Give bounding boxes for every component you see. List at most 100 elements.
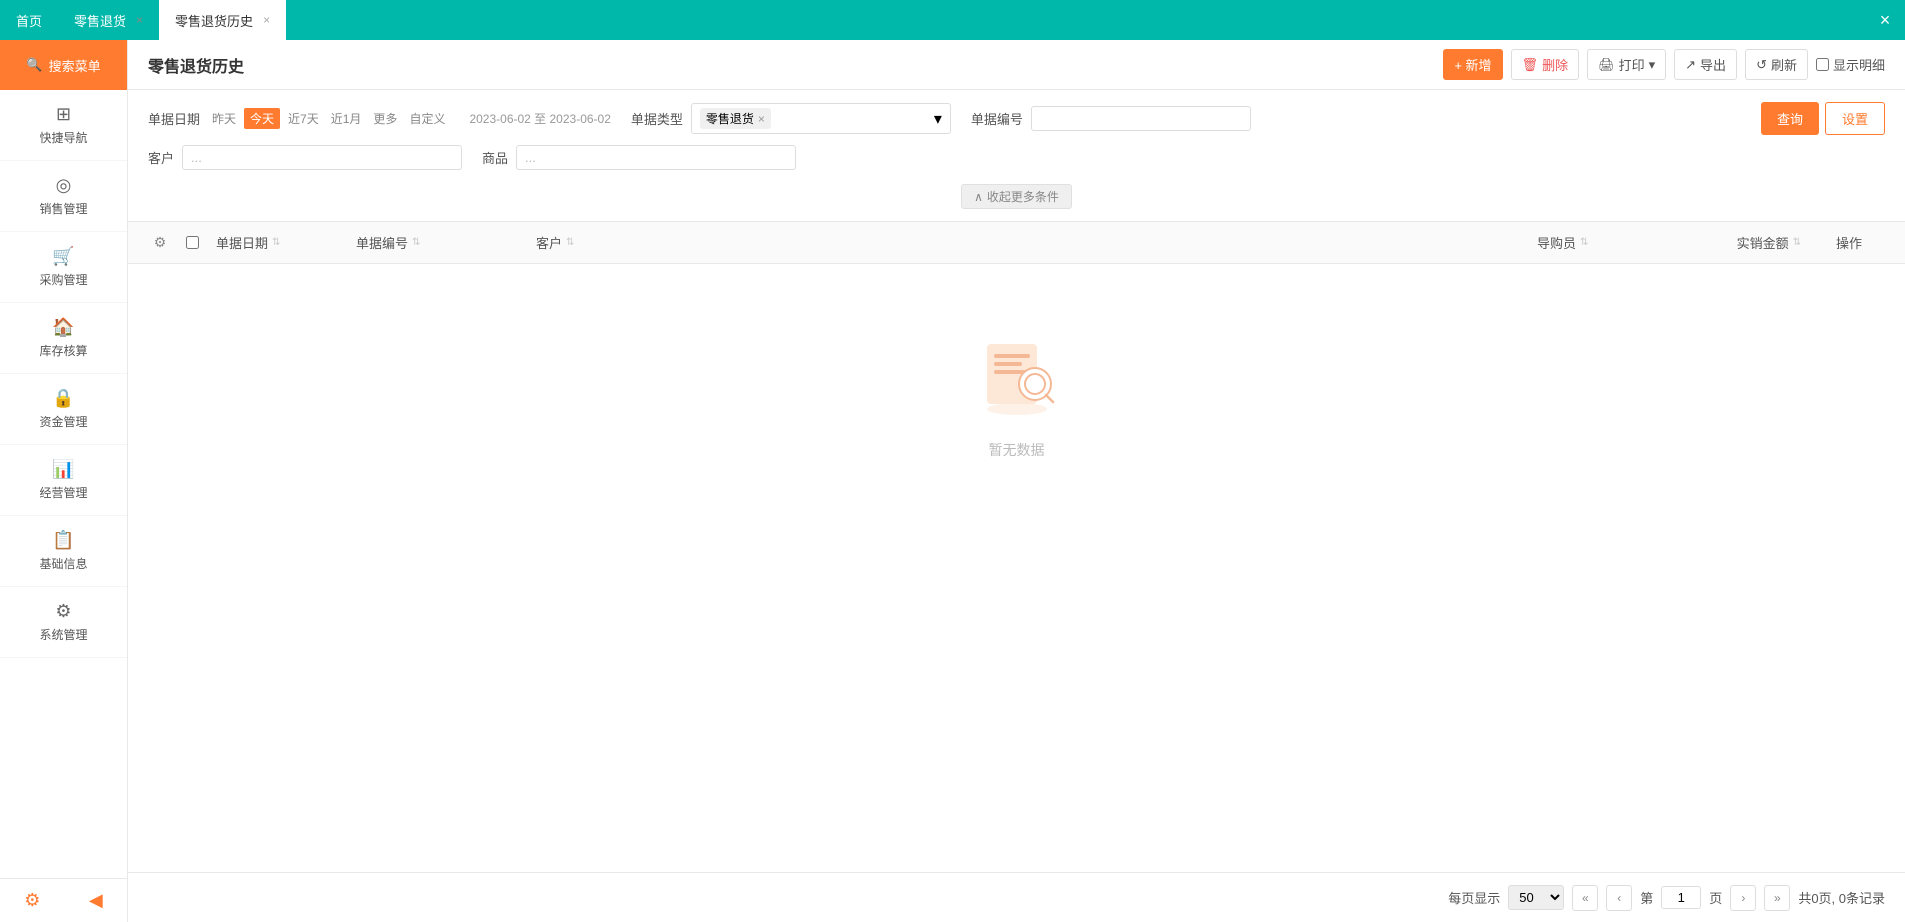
table-area: ⚙ 单据日期 ⇅ 单据编号 ⇅ 客户 ⇅ 导购员 ⇅ — [128, 222, 1905, 872]
collapse-button[interactable]: ∧ 收起更多条件 — [961, 184, 1072, 209]
page-size-select[interactable]: 10 20 50 100 — [1508, 885, 1564, 910]
pagination-summary: 共0页, 0条记录 — [1798, 888, 1885, 907]
select-all-checkbox[interactable] — [186, 236, 199, 249]
export-label: 导出 — [1700, 55, 1726, 74]
order-no-label: 单据编号 — [971, 109, 1023, 128]
print-label: 打印 — [1619, 55, 1645, 74]
tab-retail-return-close[interactable]: × — [136, 13, 143, 27]
tab-home-label: 首页 — [16, 11, 42, 30]
sidebar-item-operations[interactable]: 📊 经营管理 — [0, 445, 127, 516]
sidebar-item-system-mgmt[interactable]: ⚙ 系统管理 — [0, 587, 127, 658]
type-filter-group: 单据类型 零售退货 × ▾ — [631, 103, 951, 134]
date-more[interactable]: 更多 — [369, 108, 401, 129]
page-of-label: 页 — [1709, 888, 1722, 907]
search-icon: 🔍 — [26, 57, 42, 73]
th-date[interactable]: 单据日期 ⇅ — [208, 233, 348, 252]
tab-retail-return-label: 零售退货 — [74, 11, 126, 30]
next-page-icon: › — [1741, 891, 1745, 905]
next-page-button[interactable]: › — [1730, 885, 1756, 911]
sidebar-nav: ⊞ 快捷导航 ◎ 销售管理 🛒 采购管理 🏠 库存核算 🔒 资金管理 📊 经 — [0, 90, 127, 878]
window-close-button[interactable]: × — [1865, 0, 1905, 40]
th-order-no-label: 单据编号 — [356, 233, 408, 252]
show-detail-checkbox[interactable] — [1816, 58, 1829, 71]
sidebar-item-finance[interactable]: 🔒 资金管理 — [0, 374, 127, 445]
th-customer-sort-icon: ⇅ — [566, 237, 574, 248]
sidebar-item-quick-nav[interactable]: ⊞ 快捷导航 — [0, 90, 127, 161]
customer-input[interactable] — [182, 145, 462, 170]
sidebar-item-purchase-mgmt[interactable]: 🛒 采购管理 — [0, 232, 127, 303]
tab-retail-return[interactable]: 零售退货 × — [58, 0, 159, 40]
finance-icon: 🔒 — [52, 388, 74, 409]
print-button[interactable]: 🖨 打印 ▾ — [1587, 49, 1666, 80]
th-customer[interactable]: 客户 ⇅ — [528, 233, 1529, 252]
th-action-label: 操作 — [1836, 233, 1862, 252]
goods-input[interactable] — [516, 145, 796, 170]
tab-list: 首页 零售退货 × 零售退货历史 × — [0, 0, 1865, 40]
delete-button[interactable]: 🗑 删除 — [1511, 49, 1580, 80]
filter-row-1: 单据日期 昨天 今天 近7天 近1月 更多 自定义 2023-06-02 至 2… — [148, 102, 1885, 135]
add-button[interactable]: + 新增 — [1443, 49, 1502, 80]
settings-button[interactable]: 设置 — [1825, 102, 1885, 135]
customer-filter-group: 客户 — [148, 145, 462, 170]
sidebar-item-basic-info[interactable]: 📋 基础信息 — [0, 516, 127, 587]
sidebar-search-label: 搜索菜单 — [49, 56, 101, 75]
sidebar-item-sales-mgmt[interactable]: ◎ 销售管理 — [0, 161, 127, 232]
sidebar-search[interactable]: 🔍 搜索菜单 — [0, 40, 127, 90]
tab-retail-return-history-close[interactable]: × — [263, 13, 270, 27]
delete-label: 删除 — [1542, 55, 1568, 74]
sidebar-item-basic-info-label: 基础信息 — [39, 555, 87, 572]
date-range-value: 2023-06-02 至 2023-06-02 — [469, 110, 610, 127]
order-no-input[interactable] — [1031, 106, 1251, 131]
page-header: 零售退货历史 + 新增 🗑 删除 🖨 打印 ▾ ↗ 导出 ↺ — [128, 40, 1905, 90]
th-customer-label: 客户 — [536, 233, 562, 252]
tab-retail-return-history-label: 零售退货历史 — [175, 11, 253, 30]
prev-page-button[interactable]: ‹ — [1606, 885, 1632, 911]
type-tag-label: 零售退货 — [706, 110, 754, 127]
sidebar-item-operations-label: 经营管理 — [39, 484, 87, 501]
type-filter-select[interactable]: 零售退货 × ▾ — [691, 103, 951, 134]
last-page-button[interactable]: » — [1764, 885, 1790, 911]
refresh-button[interactable]: ↺ 刷新 — [1745, 49, 1808, 80]
show-detail-checkbox-label[interactable]: 显示明细 — [1816, 55, 1885, 74]
tab-retail-return-history[interactable]: 零售退货历史 × — [159, 0, 286, 40]
settings-bottom-icon[interactable]: ⚙ — [24, 890, 40, 911]
customer-filter-label: 客户 — [148, 148, 174, 167]
table-header: ⚙ 单据日期 ⇅ 单据编号 ⇅ 客户 ⇅ 导购员 ⇅ — [128, 222, 1905, 264]
export-button[interactable]: ↗ 导出 — [1674, 49, 1737, 80]
th-guide[interactable]: 导购员 ⇅ — [1529, 233, 1689, 252]
sidebar: 🔍 搜索菜单 ⊞ 快捷导航 ◎ 销售管理 🛒 采购管理 🏠 库存核算 🔒 — [0, 40, 128, 922]
query-settings-group: 查询 设置 — [1761, 102, 1885, 135]
delete-icon: 🗑 — [1522, 57, 1539, 73]
goods-filter-group: 商品 — [482, 145, 796, 170]
th-amount[interactable]: 实销金额 ⇅ — [1689, 233, 1809, 252]
export-icon: ↗ — [1685, 57, 1696, 73]
page-label: 第 — [1640, 888, 1653, 907]
th-settings[interactable]: ⚙ — [144, 234, 176, 251]
pagination-bar: 每页显示 10 20 50 100 « ‹ 第 页 › » 共0页, 0条记录 — [128, 872, 1905, 922]
page-number-input[interactable] — [1661, 886, 1701, 909]
purchase-mgmt-icon: 🛒 — [52, 246, 74, 267]
sidebar-item-finance-label: 资金管理 — [39, 413, 87, 430]
filter-row-2: 客户 商品 — [148, 145, 1885, 170]
order-no-filter-group: 单据编号 — [971, 106, 1251, 131]
date-yesterday[interactable]: 昨天 — [208, 108, 240, 129]
collapse-sidebar-icon[interactable]: ◀ — [89, 890, 103, 911]
close-icon: × — [1880, 10, 1891, 31]
tab-home[interactable]: 首页 — [0, 0, 58, 40]
th-checkbox[interactable] — [176, 236, 208, 249]
main-layout: 🔍 搜索菜单 ⊞ 快捷导航 ◎ 销售管理 🛒 采购管理 🏠 库存核算 🔒 — [0, 40, 1905, 922]
quick-nav-icon: ⊞ — [56, 104, 71, 125]
type-tag-remove[interactable]: × — [758, 112, 765, 126]
date-7days[interactable]: 近7天 — [284, 108, 323, 129]
empty-icon — [967, 324, 1067, 424]
sidebar-item-inventory[interactable]: 🏠 库存核算 — [0, 303, 127, 374]
date-custom[interactable]: 自定义 — [405, 108, 449, 129]
date-today[interactable]: 今天 — [244, 108, 280, 129]
refresh-label: 刷新 — [1771, 55, 1797, 74]
query-button[interactable]: 查询 — [1761, 102, 1819, 135]
first-page-button[interactable]: « — [1572, 885, 1598, 911]
th-order-no[interactable]: 单据编号 ⇅ — [348, 233, 528, 252]
goods-filter-label: 商品 — [482, 148, 508, 167]
print-icon: 🖨 — [1598, 57, 1615, 73]
date-1month[interactable]: 近1月 — [327, 108, 366, 129]
